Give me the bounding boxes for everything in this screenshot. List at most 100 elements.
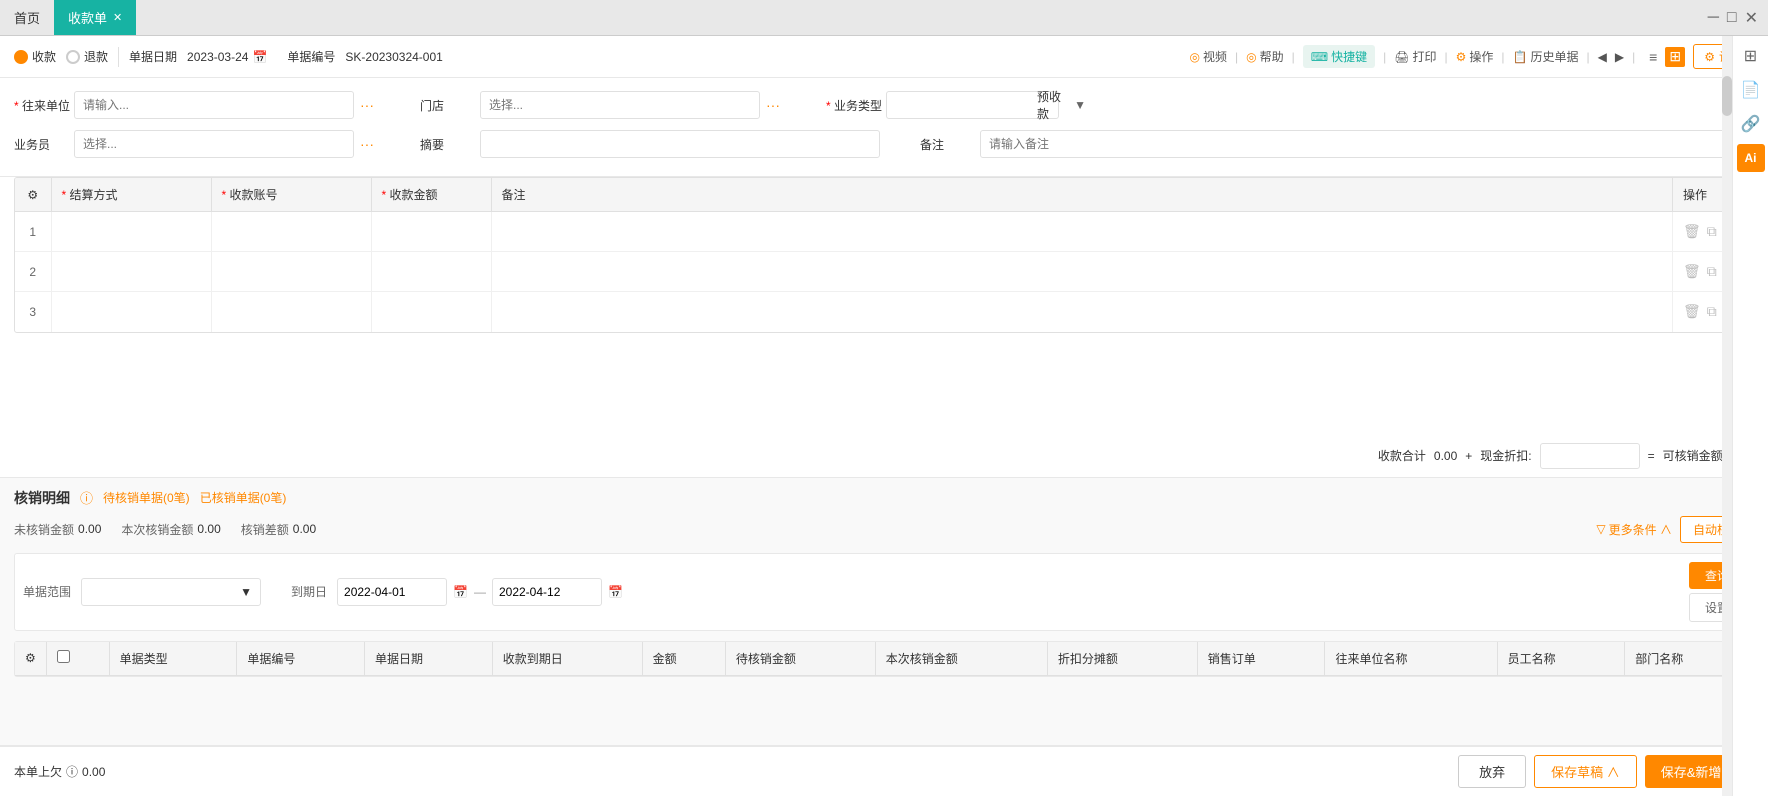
calendar-icon[interactable]: 📅	[252, 50, 267, 64]
tool-shortcut-icon: ⌨	[1311, 50, 1328, 64]
sidebar-link-icon[interactable]: 🔗	[1737, 110, 1765, 138]
biztype-dropdown-icon[interactable]: ▼	[1074, 98, 1086, 112]
close-window-icon[interactable]: ✕	[1745, 8, 1758, 28]
filter-row: 单据范围 ▼ 到期日 📅 — 📅 查询 设置	[14, 553, 1754, 631]
store-input[interactable]	[480, 91, 760, 119]
counterparty-more-btn[interactable]: ···	[354, 97, 380, 113]
layout-list-icon[interactable]: ≡	[1643, 47, 1663, 67]
layout-grid-icon[interactable]: ⊞	[1665, 47, 1685, 67]
tool-video[interactable]: ◎ 视频	[1190, 48, 1228, 65]
right-sidebar: ⊞ 📄 🔗 Ai	[1732, 36, 1768, 796]
col-amount: * 收款金额	[371, 178, 491, 212]
col-checkbox: ⚙	[15, 642, 46, 676]
staff-more-btn[interactable]: ···	[354, 136, 380, 152]
table-settings-icon-2[interactable]: ⚙	[25, 651, 36, 665]
counterparty-input[interactable]	[74, 91, 354, 119]
summary-row: 收款合计 0.00 + 现金折扣: = 可核销金额 0.00	[0, 435, 1768, 478]
stats-row: 未核销金额 0.00 本次核销金额 0.00 核销差额 0.00 ▽ 更多条件 …	[14, 516, 1754, 543]
minimize-icon[interactable]: ─	[1708, 9, 1719, 27]
stat-diff-value: 0.00	[293, 522, 316, 536]
cell-account-2[interactable]	[211, 252, 371, 292]
col-settings[interactable]: ⚙	[15, 178, 51, 212]
pending-tab-link[interactable]: 待核销单据(0笔)	[103, 489, 190, 506]
delete-icon-1[interactable]: 🗑	[1683, 223, 1701, 240]
col-account: * 收款账号	[211, 178, 371, 212]
form-row-1: 往来单位 ··· 门店 ··· 业务类型 预收款 ▼	[14, 88, 1754, 122]
discard-button[interactable]: 放弃	[1458, 755, 1526, 788]
delete-icon-3[interactable]: 🗑	[1683, 303, 1701, 320]
cell-account-1[interactable]	[211, 212, 371, 252]
scrollbar-thumb[interactable]	[1722, 76, 1732, 116]
copy-icon-1[interactable]: ⧉	[1707, 223, 1717, 240]
main-table: ⚙ * 结算方式 * 收款账号 * 收款金额 备注 操作	[15, 178, 1753, 332]
tool-help[interactable]: ◎ 帮助	[1246, 48, 1284, 65]
radio-refund[interactable]: 退款	[66, 48, 108, 65]
biztype-input[interactable]	[886, 91, 1059, 119]
save-draft-button[interactable]: 保存草稿 ∧	[1534, 755, 1637, 788]
tab-receipt-label: 收款单	[68, 8, 107, 27]
copy-icon-3[interactable]: ⧉	[1707, 303, 1717, 320]
cell-note-1[interactable]	[491, 212, 1673, 252]
counterparty-label: 往来单位	[14, 97, 74, 114]
cell-amount-2[interactable]	[371, 252, 491, 292]
footer: 本单上欠 ⓘ 0.00 放弃 保存草稿 ∧ 保存&新增 ∧	[0, 745, 1768, 796]
cell-amount-1[interactable]	[371, 212, 491, 252]
more-conditions-btn[interactable]: ▽ 更多条件 ∧	[1596, 521, 1672, 538]
sidebar-ai-icon[interactable]: Ai	[1737, 144, 1765, 172]
filter-icon: ▽	[1596, 522, 1605, 536]
table-settings-icon[interactable]: ⚙	[27, 188, 38, 202]
tool-shortcut[interactable]: ⌨ 快捷键	[1303, 45, 1375, 68]
tool-history[interactable]: 📋 历史单据	[1513, 48, 1579, 65]
tool-print[interactable]: 🖨 打印	[1394, 48, 1436, 65]
date-to-input[interactable]	[492, 578, 602, 606]
docnum-value: SK-20230324-001	[345, 50, 442, 64]
duedate-label: 到期日	[291, 583, 327, 600]
calendar-from-icon[interactable]: 📅	[453, 585, 468, 599]
range-select[interactable]: ▼	[81, 578, 261, 606]
bottom-table: ⚙ 单据类型 单据编号 单据日期 收款到期日 金额 待核销金额 本次核销金额 折…	[15, 642, 1753, 676]
delete-icon-2[interactable]: 🗑	[1683, 263, 1701, 280]
cell-note-3[interactable]	[491, 292, 1673, 332]
bottom-table-container: ⚙ 单据类型 单据编号 单据日期 收款到期日 金额 待核销金额 本次核销金额 折…	[14, 641, 1754, 677]
maximize-icon[interactable]: □	[1727, 9, 1737, 27]
cell-note-2[interactable]	[491, 252, 1673, 292]
cell-settlement-2[interactable]	[51, 252, 211, 292]
stat-current: 本次核销金额 0.00	[121, 521, 220, 538]
tool-operation[interactable]: ⚙ 操作	[1456, 48, 1494, 65]
select-all-checkbox[interactable]	[57, 650, 70, 663]
reconcile-info-icon[interactable]: ⓘ	[80, 488, 93, 507]
cell-settlement-1[interactable]	[51, 212, 211, 252]
cell-account-3[interactable]	[211, 292, 371, 332]
note-label: 备注	[920, 136, 980, 153]
tab-receipt[interactable]: 收款单 ✕	[54, 0, 136, 35]
tab-close-icon[interactable]: ✕	[113, 11, 122, 24]
calendar-to-icon[interactable]: 📅	[608, 585, 623, 599]
nav-next-icon[interactable]: ▶	[1615, 50, 1624, 64]
date-range: 📅 — 📅	[337, 578, 623, 606]
col-counterparty-name: 往来单位名称	[1325, 642, 1497, 676]
note-input[interactable]	[980, 130, 1754, 158]
nav-prev-icon[interactable]: ◀	[1598, 50, 1607, 64]
tab-home[interactable]: 首页	[0, 0, 54, 35]
sidebar-doc-icon[interactable]: 📄	[1737, 76, 1765, 104]
store-more-btn[interactable]: ···	[760, 97, 786, 113]
date-from-input[interactable]	[337, 578, 447, 606]
col-checkbox-check	[46, 642, 109, 676]
this-doc-info-icon[interactable]: ⓘ	[66, 763, 78, 780]
range-dropdown-icon: ▼	[240, 585, 252, 599]
cell-settlement-3[interactable]	[51, 292, 211, 332]
stat-unpaid-label: 未核销金额	[14, 521, 74, 538]
sep2: |	[1292, 50, 1295, 64]
done-tab-link[interactable]: 已核销单据(0笔)	[200, 489, 287, 506]
radio-receipt[interactable]: 收款	[14, 48, 56, 65]
scrollbar-area[interactable]	[1722, 36, 1732, 796]
copy-icon-2[interactable]: ⧉	[1707, 263, 1717, 280]
table-container: ⚙ * 结算方式 * 收款账号 * 收款金额 备注 操作	[0, 177, 1768, 435]
summary-input[interactable]	[480, 130, 880, 158]
date-label: 单据日期	[129, 48, 177, 65]
sidebar-table-icon[interactable]: ⊞	[1737, 42, 1765, 70]
staff-input[interactable]	[74, 130, 354, 158]
cell-amount-3[interactable]	[371, 292, 491, 332]
discount-input[interactable]	[1540, 443, 1640, 469]
table-row: 2 🗑 ⧉	[15, 252, 1753, 292]
